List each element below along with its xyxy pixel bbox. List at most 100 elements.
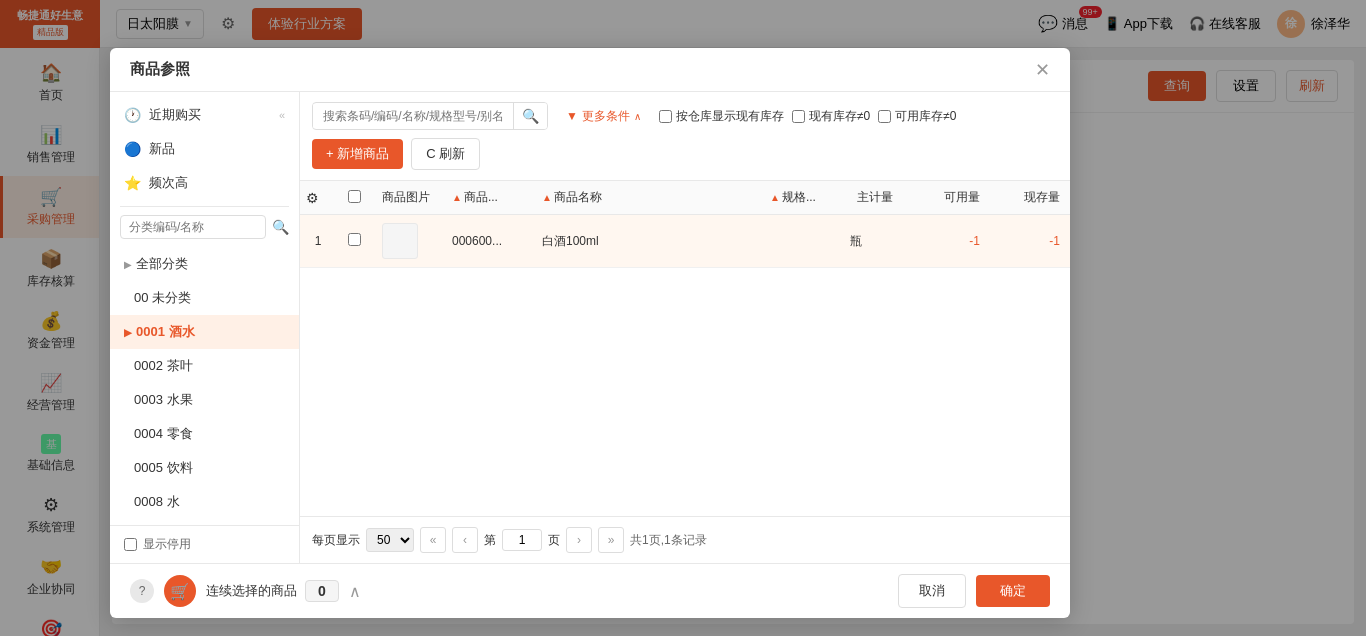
stock-nonzero-checkbox[interactable]	[792, 110, 805, 123]
page-number-input[interactable]	[502, 529, 542, 551]
col-avail-label: 可用量	[944, 190, 980, 204]
selected-label: 连续选择的商品	[206, 582, 297, 600]
cat-liquor[interactable]: ▶ 0001 酒水	[110, 315, 299, 349]
cat-uncategorized[interactable]: 00 未分类	[110, 281, 299, 315]
close-icon[interactable]: ✕	[1035, 61, 1050, 79]
page-info: 共1页,1条记录	[630, 532, 707, 549]
table-container: ⚙ 商品图片	[300, 181, 1070, 516]
cat-label: 0005 饮料	[134, 460, 193, 475]
filter-label: 更多条件	[582, 108, 630, 125]
collapse-footer-icon[interactable]: ∧	[349, 582, 361, 601]
row-avail: -1	[910, 215, 990, 268]
checkbox-stock-nonzero[interactable]: 现有库存≠0	[792, 108, 870, 125]
cat-drink[interactable]: 0005 饮料	[110, 451, 299, 485]
checkbox-avail-nonzero[interactable]: 可用库存≠0	[878, 108, 956, 125]
nav-high-freq[interactable]: ⭐ 频次高	[110, 166, 299, 200]
col-name-header[interactable]: ▲ 商品名称	[532, 181, 760, 215]
col-code-header[interactable]: ▲ 商品...	[442, 181, 532, 215]
pagination: 每页显示 50 « ‹ 第 页 › » 共1页,1条记录	[300, 516, 1070, 563]
modal-overlay: 商品参照 ✕ 🕐 近期购买 « 🔵	[0, 0, 1366, 636]
col-avail-header: 可用量	[910, 181, 990, 215]
checkbox-warehouse[interactable]: 按仓库显示现有库存	[659, 108, 784, 125]
cat-tea[interactable]: 0002 茶叶	[110, 349, 299, 383]
recent-icon: 🕐	[124, 107, 141, 123]
show-disabled-area: 显示停用	[110, 525, 299, 563]
checkbox-label: 可用库存≠0	[895, 108, 956, 125]
checkbox-label: 按仓库显示现有库存	[676, 108, 784, 125]
search-button[interactable]: 🔍	[513, 103, 547, 129]
category-search-input[interactable]	[120, 215, 266, 239]
nav-new-product[interactable]: 🔵 新品	[110, 132, 299, 166]
nav-item-label: 近期购买	[149, 106, 201, 124]
select-all-checkbox[interactable]	[348, 190, 361, 203]
modal-title: 商品参照	[130, 60, 190, 79]
nav-item-label: 新品	[149, 140, 175, 158]
sort-asc-icon: ▲	[770, 192, 780, 203]
collapse-icon[interactable]: «	[279, 109, 285, 121]
row-checkbox	[336, 215, 372, 268]
per-page-select[interactable]: 50	[366, 528, 414, 552]
filter-button[interactable]: ▼ 更多条件 ∧	[556, 103, 651, 130]
checkbox-label: 现有库存≠0	[809, 108, 870, 125]
confirm-button[interactable]: 确定	[976, 575, 1050, 607]
col-spec-header[interactable]: ▲ 规格...	[760, 181, 840, 215]
col-check-header	[336, 181, 372, 215]
next-page-button[interactable]: ›	[566, 527, 592, 553]
cat-label: 0002 茶叶	[134, 358, 193, 373]
col-img-header: 商品图片	[372, 181, 442, 215]
col-code-label: 商品...	[464, 189, 498, 206]
cat-fruit[interactable]: 0003 水果	[110, 383, 299, 417]
add-product-button[interactable]: + 新增商品	[312, 139, 403, 169]
page-label: 第	[484, 532, 496, 549]
cart-icon[interactable]: 🛒	[164, 575, 196, 607]
first-page-button[interactable]: «	[420, 527, 446, 553]
search-box: 🔍	[312, 102, 548, 130]
col-stock-header: 现存量	[990, 181, 1070, 215]
category-search-area: 🔍	[110, 207, 299, 247]
table-row[interactable]: 1 000600...	[300, 215, 1070, 268]
col-img-label: 商品图片	[382, 189, 430, 206]
selected-count-area: 连续选择的商品 0	[206, 580, 339, 602]
row-img	[372, 215, 442, 268]
col-setting-header: ⚙	[300, 181, 336, 215]
table-toolbar: 🔍 ▼ 更多条件 ∧ 按仓库显示现有库存	[300, 92, 1070, 181]
refresh-button[interactable]: C 刷新	[411, 138, 480, 170]
filter-icon: ▼	[566, 109, 578, 123]
row-select-checkbox[interactable]	[348, 233, 361, 246]
freq-icon: ⭐	[124, 175, 141, 191]
cat-label: 0001 酒水	[136, 323, 195, 341]
product-image	[382, 223, 418, 259]
cat-label: 0003 水果	[134, 392, 193, 407]
nav-recent-purchase[interactable]: 🕐 近期购买 «	[110, 98, 299, 132]
category-search-icon[interactable]: 🔍	[272, 219, 289, 235]
search-input[interactable]	[313, 104, 513, 128]
col-stock-label: 现存量	[1024, 190, 1060, 204]
cat-all[interactable]: ▶ 全部分类	[110, 247, 299, 281]
row-index: 1	[300, 215, 336, 268]
row-unit: 瓶	[840, 215, 910, 268]
cat-water[interactable]: 0008 水	[110, 485, 299, 519]
show-disabled-checkbox[interactable]	[124, 538, 137, 551]
setting-icon[interactable]: ⚙	[306, 190, 319, 206]
help-icon[interactable]: ?	[130, 579, 154, 603]
nav-item-label: 频次高	[149, 174, 188, 192]
cat-label: 全部分类	[136, 255, 188, 273]
modal-footer: ? 🛒 连续选择的商品 0 ∧ 取消 确定	[110, 563, 1070, 618]
warehouse-checkbox[interactable]	[659, 110, 672, 123]
sort-asc-icon: ▲	[542, 192, 552, 203]
col-spec-label: 规格...	[782, 189, 816, 206]
sort-asc-icon: ▲	[452, 192, 462, 203]
product-table: ⚙ 商品图片	[300, 181, 1070, 268]
row-stock: -1	[990, 215, 1070, 268]
right-panel: 🔍 ▼ 更多条件 ∧ 按仓库显示现有库存	[300, 92, 1070, 563]
prev-page-button[interactable]: ‹	[452, 527, 478, 553]
col-unit-header: 主计量	[840, 181, 910, 215]
cancel-button[interactable]: 取消	[898, 574, 966, 608]
row-code: 000600...	[442, 215, 532, 268]
modal-dialog: 商品参照 ✕ 🕐 近期购买 « 🔵	[110, 48, 1070, 618]
col-name-label: 商品名称	[554, 189, 602, 206]
cat-snack[interactable]: 0004 零食	[110, 417, 299, 451]
avail-nonzero-checkbox[interactable]	[878, 110, 891, 123]
last-page-button[interactable]: »	[598, 527, 624, 553]
page-unit-label: 页	[548, 532, 560, 549]
